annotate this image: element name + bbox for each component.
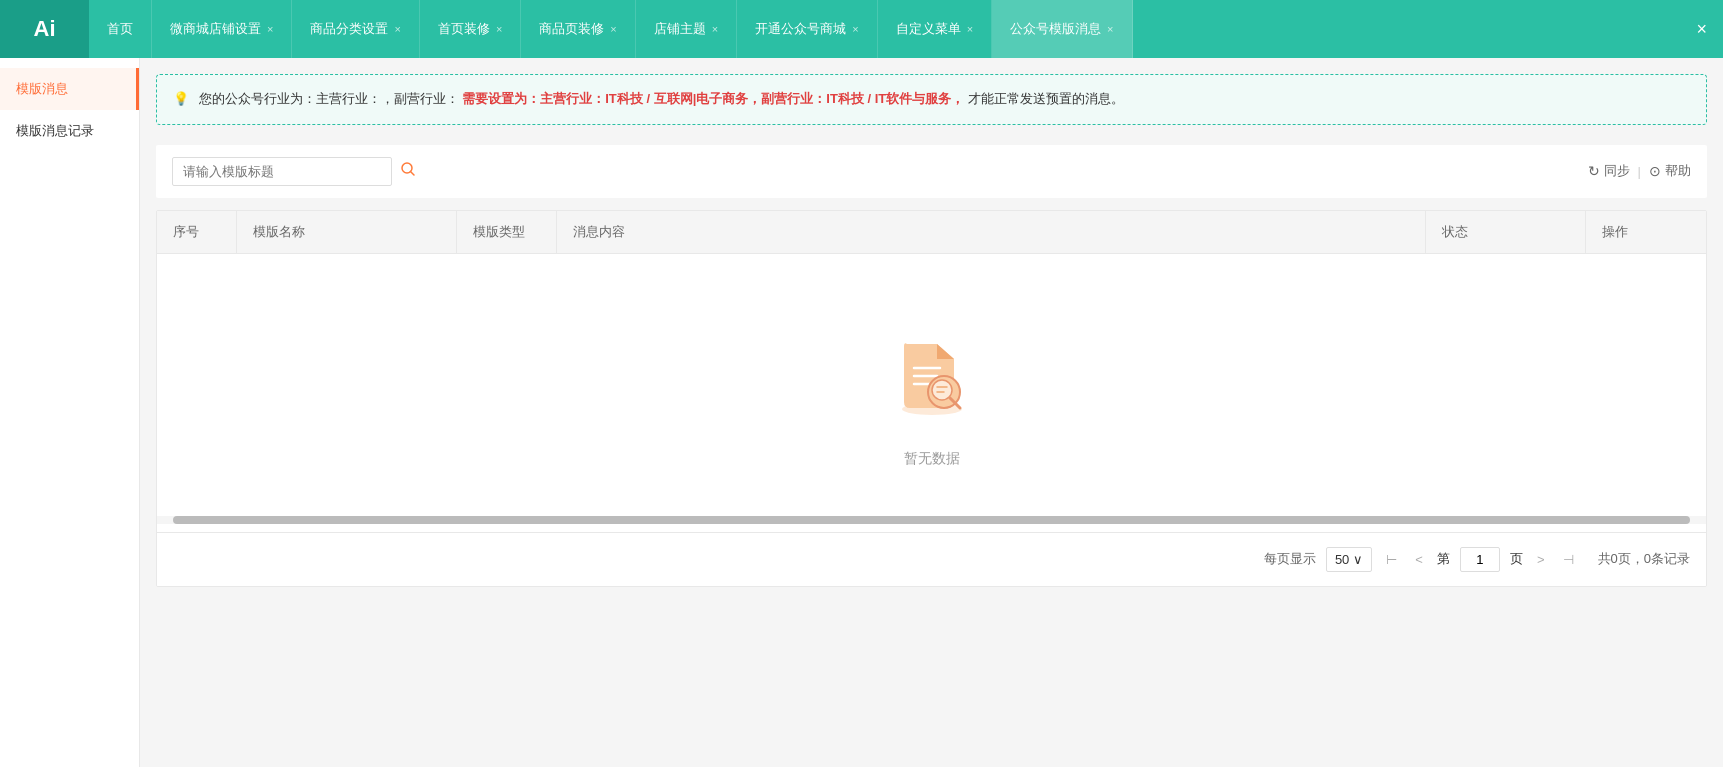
page-label-post: 页 <box>1510 550 1523 568</box>
nav-tab-3[interactable]: 首页装修 × <box>420 0 521 58</box>
main-layout: 模版消息模版消息记录 💡 您的公众号行业为：主营行业：，副营行业： 需要设置为：… <box>0 58 1723 767</box>
sync-button[interactable]: ↻ 同步 <box>1588 162 1630 180</box>
empty-state: 暂无数据 <box>157 254 1706 508</box>
sync-label: 同步 <box>1604 162 1630 180</box>
nav-tab-label-8: 公众号模版消息 <box>1010 20 1101 38</box>
nav-tab-label-3: 首页装修 <box>438 20 490 38</box>
first-page-button[interactable]: ⊢ <box>1382 550 1401 569</box>
page-size-select[interactable]: 50 ∨ <box>1326 547 1372 572</box>
notice-box: 💡 您的公众号行业为：主营行业：，副营行业： 需要设置为：主营行业：IT科技 /… <box>156 74 1707 125</box>
nav-tab-close-8[interactable]: × <box>1107 23 1113 35</box>
table-header: 序号模版名称模版类型消息内容状态操作 <box>157 211 1706 254</box>
nav-tab-5[interactable]: 店铺主题 × <box>636 0 737 58</box>
table-col-3: 消息内容 <box>557 211 1426 253</box>
close-all-button[interactable]: × <box>1680 0 1723 58</box>
nav-tab-close-4[interactable]: × <box>610 23 616 35</box>
search-input[interactable] <box>172 157 392 186</box>
scroll-bar[interactable] <box>173 516 1690 524</box>
top-nav: Ai 首页微商城店铺设置×商品分类设置×首页装修×商品页装修×店铺主题×开通公众… <box>0 0 1723 58</box>
nav-tab-label-6: 开通公众号商城 <box>755 20 846 38</box>
table-col-4: 状态 <box>1426 211 1586 253</box>
last-page-button[interactable]: ⊣ <box>1559 550 1578 569</box>
app-logo: Ai <box>0 0 89 58</box>
search-icon <box>400 161 416 177</box>
table-col-1: 模版名称 <box>237 211 457 253</box>
empty-text: 暂无数据 <box>904 450 960 468</box>
nav-tab-8[interactable]: 公众号模版消息 × <box>992 0 1132 58</box>
nav-tab-close-7[interactable]: × <box>967 23 973 35</box>
notice-text-suffix: 才能正常发送预置的消息。 <box>968 91 1124 106</box>
content-area: 💡 您的公众号行业为：主营行业：，副营行业： 需要设置为：主营行业：IT科技 /… <box>140 58 1723 767</box>
table-col-0: 序号 <box>157 211 237 253</box>
sidebar-item-1[interactable]: 模版消息记录 <box>0 110 139 152</box>
nav-tab-label-0: 首页 <box>107 20 133 38</box>
nav-tab-close-5[interactable]: × <box>712 23 718 35</box>
help-button[interactable]: ⊙ 帮助 <box>1649 162 1691 180</box>
empty-icon <box>872 314 992 434</box>
nav-tab-6[interactable]: 开通公众号商城 × <box>737 0 877 58</box>
notice-icon: 💡 <box>173 91 189 106</box>
nav-tab-label-5: 店铺主题 <box>654 20 706 38</box>
search-button[interactable] <box>400 161 416 181</box>
nav-tab-4[interactable]: 商品页装修 × <box>521 0 635 58</box>
svg-line-1 <box>411 172 415 176</box>
prev-page-button[interactable]: < <box>1411 550 1427 569</box>
sync-icon: ↻ <box>1588 163 1600 179</box>
search-right: ↻ 同步 | ⊙ 帮助 <box>1588 162 1691 180</box>
table-col-2: 模版类型 <box>457 211 557 253</box>
current-page-input[interactable] <box>1460 547 1500 572</box>
nav-tab-close-6[interactable]: × <box>852 23 858 35</box>
help-label: 帮助 <box>1665 162 1691 180</box>
nav-tab-close-3[interactable]: × <box>496 23 502 35</box>
nav-tab-label-1: 微商城店铺设置 <box>170 20 261 38</box>
help-icon: ⊙ <box>1649 163 1661 179</box>
search-left <box>172 157 416 186</box>
sidebar: 模版消息模版消息记录 <box>0 58 140 767</box>
dropdown-icon: ∨ <box>1353 552 1363 567</box>
nav-tab-7[interactable]: 自定义菜单 × <box>878 0 992 58</box>
nav-tab-close-1[interactable]: × <box>267 23 273 35</box>
page-size-value: 50 <box>1335 552 1349 567</box>
search-bar: ↻ 同步 | ⊙ 帮助 <box>156 145 1707 198</box>
nav-tab-0[interactable]: 首页 <box>89 0 152 58</box>
logo-text: Ai <box>34 16 56 42</box>
total-info: 共0页，0条记录 <box>1598 550 1690 568</box>
next-page-button[interactable]: > <box>1533 550 1549 569</box>
nav-tab-label-2: 商品分类设置 <box>310 20 388 38</box>
notice-highlight: 需要设置为：主营行业：IT科技 / 互联网|电子商务，副营行业：IT科技 / I… <box>462 91 964 106</box>
scroll-indicator <box>157 516 1706 524</box>
notice-text-prefix: 您的公众号行业为：主营行业：，副营行业： <box>199 91 459 106</box>
nav-tab-1[interactable]: 微商城店铺设置 × <box>152 0 292 58</box>
page-label-pre: 第 <box>1437 550 1450 568</box>
nav-tab-label-7: 自定义菜单 <box>896 20 961 38</box>
page-size-label: 每页显示 <box>1264 550 1316 568</box>
divider: | <box>1638 164 1641 179</box>
sidebar-item-0[interactable]: 模版消息 <box>0 68 139 110</box>
table-col-5: 操作 <box>1586 211 1706 253</box>
table-container: 序号模版名称模版类型消息内容状态操作 <box>156 210 1707 587</box>
nav-tab-close-2[interactable]: × <box>394 23 400 35</box>
nav-tabs: 首页微商城店铺设置×商品分类设置×首页装修×商品页装修×店铺主题×开通公众号商城… <box>89 0 1680 58</box>
nav-tab-2[interactable]: 商品分类设置 × <box>292 0 419 58</box>
nav-tab-label-4: 商品页装修 <box>539 20 604 38</box>
pagination: 每页显示 50 ∨ ⊢ < 第 页 > ⊣ 共0页，0条记录 <box>157 532 1706 586</box>
